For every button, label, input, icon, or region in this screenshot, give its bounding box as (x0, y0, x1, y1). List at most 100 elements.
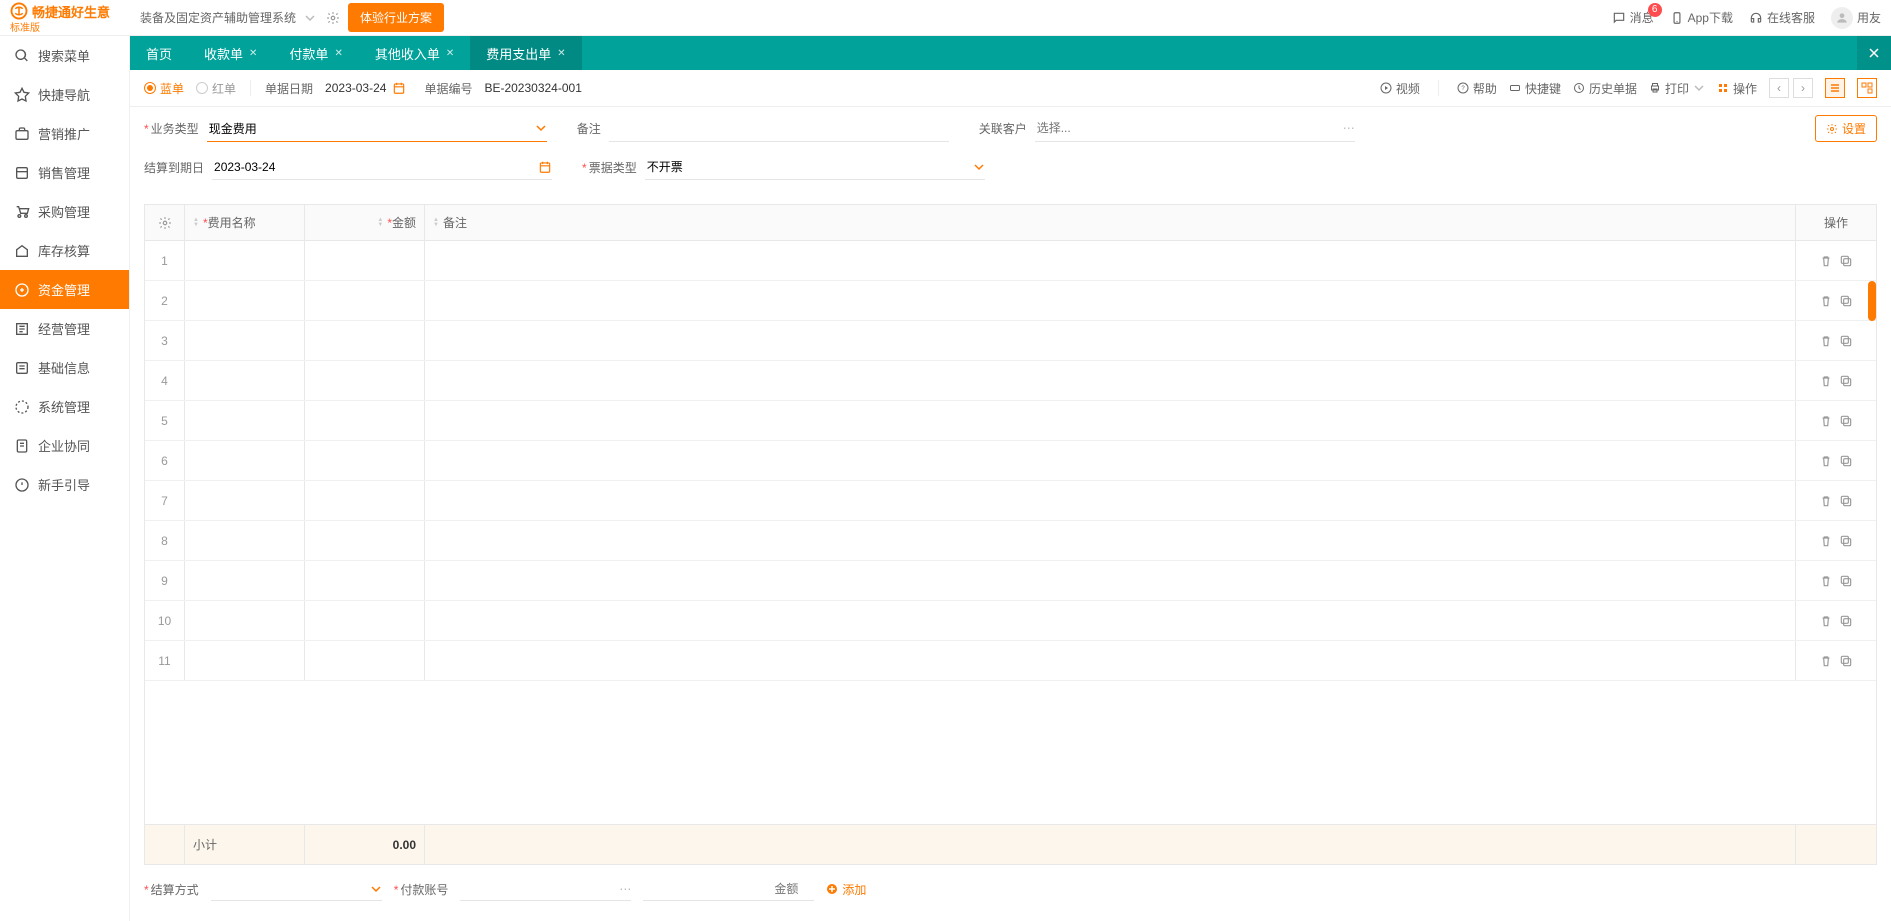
table-row[interactable]: 8 (145, 521, 1876, 561)
table-row[interactable]: 4 (145, 361, 1876, 401)
tab[interactable]: 其他收入单✕ (359, 36, 470, 70)
invoice-select[interactable] (645, 154, 985, 180)
history-link[interactable]: 历史单据 (1573, 80, 1637, 97)
copy-row-icon[interactable] (1839, 414, 1853, 428)
table-row[interactable]: 6 (145, 441, 1876, 481)
print-link[interactable]: 打印 (1649, 80, 1705, 97)
delete-row-icon[interactable] (1819, 534, 1833, 548)
cell-expense-name[interactable] (185, 641, 305, 680)
table-row[interactable]: 1 (145, 241, 1876, 281)
tab-close-icon[interactable]: ✕ (557, 48, 565, 59)
delete-row-icon[interactable] (1819, 374, 1833, 388)
table-settings[interactable] (145, 205, 185, 240)
copy-row-icon[interactable] (1839, 454, 1853, 468)
cell-expense-name[interactable] (185, 481, 305, 520)
tab[interactable]: 首页 (130, 36, 188, 70)
system-selector[interactable]: 装备及固定资产辅助管理系统 (140, 9, 316, 26)
sidebar-item[interactable]: 系统管理 (0, 387, 129, 426)
table-row[interactable]: 2 (145, 281, 1876, 321)
settings-button[interactable]: 设置 (1815, 115, 1877, 142)
copy-row-icon[interactable] (1839, 614, 1853, 628)
copy-row-icon[interactable] (1839, 534, 1853, 548)
table-row[interactable]: 10 (145, 601, 1876, 641)
amount-input[interactable] (643, 877, 814, 901)
delete-row-icon[interactable] (1819, 414, 1833, 428)
table-row[interactable]: 11 (145, 641, 1876, 681)
cell-amount[interactable] (305, 641, 425, 680)
cell-amount[interactable] (305, 321, 425, 360)
delete-row-icon[interactable] (1819, 254, 1833, 268)
cell-remark[interactable] (425, 401, 1796, 440)
sidebar-item[interactable]: 经营管理 (0, 309, 129, 348)
sidebar-item[interactable]: 库存核算 (0, 231, 129, 270)
table-row[interactable]: 3 (145, 321, 1876, 361)
cell-expense-name[interactable] (185, 441, 305, 480)
tab[interactable]: 收款单✕ (188, 36, 273, 70)
tab[interactable]: 费用支出单✕ (470, 36, 581, 70)
copy-row-icon[interactable] (1839, 294, 1853, 308)
copy-row-icon[interactable] (1839, 574, 1853, 588)
cell-remark[interactable] (425, 241, 1796, 280)
prev-doc[interactable]: ‹ (1769, 78, 1789, 98)
copy-row-icon[interactable] (1839, 654, 1853, 668)
biz-type-select[interactable] (207, 116, 547, 142)
cell-expense-name[interactable] (185, 561, 305, 600)
cell-expense-name[interactable] (185, 521, 305, 560)
add-settlement-link[interactable]: 添加 (826, 881, 866, 898)
col-amount[interactable]: ▲▼ *金额 (305, 205, 425, 240)
delete-row-icon[interactable] (1819, 454, 1833, 468)
tab[interactable]: 付款单✕ (273, 36, 358, 70)
ellipsis-icon[interactable]: ⋯ (1343, 121, 1355, 135)
cell-amount[interactable] (305, 521, 425, 560)
cell-remark[interactable] (425, 321, 1796, 360)
cell-remark[interactable] (425, 361, 1796, 400)
next-doc[interactable]: › (1793, 78, 1813, 98)
tab-close-icon[interactable]: ✕ (446, 48, 454, 59)
copy-row-icon[interactable] (1839, 494, 1853, 508)
cell-expense-name[interactable] (185, 601, 305, 640)
calendar-icon[interactable] (538, 160, 552, 174)
cell-amount[interactable] (305, 361, 425, 400)
sidebar-item[interactable]: 采购管理 (0, 192, 129, 231)
pay-account-select[interactable]: ⋯ (460, 877, 631, 901)
sidebar-item[interactable]: 基础信息 (0, 348, 129, 387)
help-link[interactable]: ? 帮助 (1457, 80, 1497, 97)
copy-row-icon[interactable] (1839, 254, 1853, 268)
operations-link[interactable]: 操作 (1717, 80, 1757, 97)
support-link[interactable]: 在线客服 (1749, 9, 1815, 26)
cell-amount[interactable] (305, 561, 425, 600)
cell-amount[interactable] (305, 281, 425, 320)
gear-icon[interactable] (326, 11, 340, 25)
delete-row-icon[interactable] (1819, 614, 1833, 628)
cell-remark[interactable] (425, 281, 1796, 320)
tab-close-icon[interactable]: ✕ (334, 48, 342, 59)
cell-amount[interactable] (305, 601, 425, 640)
radio-blue[interactable]: 蓝单 (144, 80, 184, 97)
cell-remark[interactable] (425, 521, 1796, 560)
delete-row-icon[interactable] (1819, 334, 1833, 348)
sidebar-item[interactable]: 资金管理 (0, 270, 129, 309)
sidebar-item[interactable]: 快捷导航 (0, 75, 129, 114)
app-download-link[interactable]: App下载 (1670, 9, 1733, 26)
sidebar-item[interactable]: 营销推广 (0, 114, 129, 153)
due-date-input[interactable] (212, 154, 552, 180)
radio-red[interactable]: 红单 (196, 80, 236, 97)
delete-row-icon[interactable] (1819, 574, 1833, 588)
cell-remark[interactable] (425, 441, 1796, 480)
date-value[interactable]: 2023-03-24 (325, 81, 386, 95)
tab-close-icon[interactable]: ✕ (249, 48, 257, 59)
cell-amount[interactable] (305, 241, 425, 280)
cell-amount[interactable] (305, 441, 425, 480)
shortcut-link[interactable]: 快捷键 (1509, 80, 1561, 97)
messages-link[interactable]: 消息 6 (1612, 9, 1654, 26)
settle-method-select[interactable] (211, 877, 382, 901)
copy-row-icon[interactable] (1839, 374, 1853, 388)
col-expense-name[interactable]: ▲▼ *费用名称 (185, 205, 305, 240)
view-mode-list[interactable] (1825, 78, 1845, 98)
remark-input[interactable] (609, 116, 949, 142)
view-mode-tree[interactable] (1857, 78, 1877, 98)
table-row[interactable]: 5 (145, 401, 1876, 441)
delete-row-icon[interactable] (1819, 294, 1833, 308)
sidebar-item[interactable]: 搜索菜单 (0, 36, 129, 75)
sidebar-item[interactable]: 新手引导 (0, 465, 129, 504)
